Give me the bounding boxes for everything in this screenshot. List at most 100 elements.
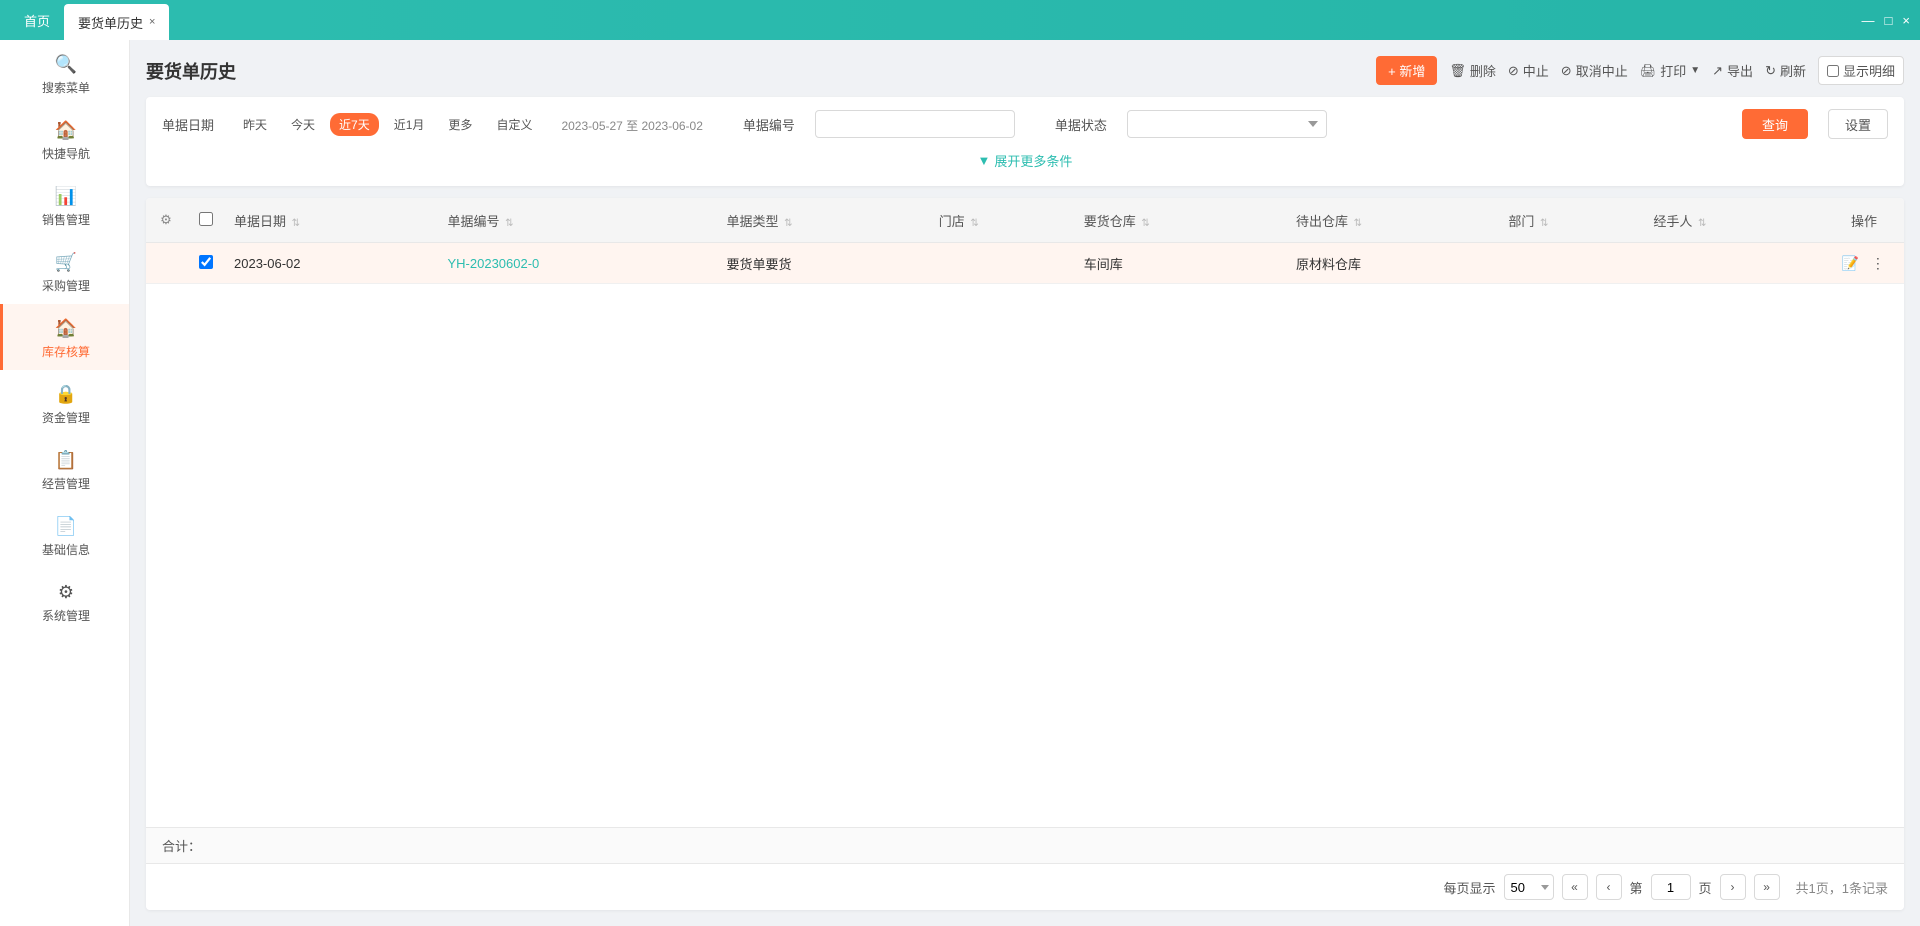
tab-requisition-label: 要货单历史 xyxy=(78,13,143,32)
cancel-stop-button[interactable]: ⊘ 取消中止 xyxy=(1561,61,1628,80)
doc-status-label: 单据状态 xyxy=(1055,115,1107,134)
select-all-checkbox[interactable] xyxy=(199,212,213,226)
row-edit-icon[interactable]: 📝 xyxy=(1838,251,1862,275)
query-button[interactable]: 查询 xyxy=(1742,109,1808,139)
row-doc-type-value: 要货单要货 xyxy=(726,257,791,272)
display-detail-button[interactable]: 显示明细 xyxy=(1818,56,1904,85)
filter-row-1: 单据日期 昨天 今天 近7天 近1月 更多 自定义 2023-05-27 至 2… xyxy=(162,109,1888,139)
col-ops: 操作 xyxy=(1824,198,1904,243)
print-button[interactable]: 🖨 打印 ▼ xyxy=(1640,61,1700,80)
export-button[interactable]: ↗ 导出 xyxy=(1712,61,1753,80)
delete-label: 删除 xyxy=(1470,61,1496,80)
next-page-button[interactable]: › xyxy=(1720,874,1746,900)
date-btn-last1month[interactable]: 近1月 xyxy=(385,113,434,136)
minimize-btn[interactable]: — xyxy=(1862,13,1875,28)
refresh-icon: ↻ xyxy=(1765,63,1776,79)
sidebar-label-purchase-mgmt: 采购管理 xyxy=(42,277,90,294)
page-size-label: 每页显示 xyxy=(1443,878,1495,897)
sidebar-item-basic-info[interactable]: 📄 基础信息 xyxy=(0,502,129,568)
tab-requisition-history[interactable]: 要货单历史 × xyxy=(64,4,169,40)
sidebar-item-purchase-mgmt[interactable]: 🛒 采购管理 xyxy=(0,238,129,304)
refresh-button[interactable]: ↻ 刷新 xyxy=(1765,61,1806,80)
doc-number-input[interactable] xyxy=(815,110,1015,138)
tab-close-icon[interactable]: × xyxy=(149,16,155,28)
col-handler-label: 经手人 xyxy=(1653,214,1692,229)
print-label: 打印 xyxy=(1660,61,1686,80)
doc-status-wrapper xyxy=(1127,110,1722,138)
col-doc-date-label: 单据日期 xyxy=(234,214,286,229)
home-icon: 🏠 xyxy=(55,120,77,141)
row-doc-number-link[interactable]: YH-20230602-0 xyxy=(448,256,540,271)
tab-home-label: 首页 xyxy=(24,11,50,30)
page-size-select[interactable]: 10 20 50 100 xyxy=(1504,874,1554,900)
row-doc-date-value: 2023-06-02 xyxy=(234,256,301,271)
row-more-icon[interactable]: ⋮ xyxy=(1866,251,1890,275)
sidebar-item-quick-nav[interactable]: 🏠 快捷导航 xyxy=(0,106,129,172)
sort-doc-number-icon[interactable]: ⇅ xyxy=(505,218,513,229)
delete-icon: 🗑 xyxy=(1449,63,1466,79)
date-btn-today[interactable]: 今天 xyxy=(282,113,324,136)
sort-doc-date-icon[interactable]: ⇅ xyxy=(292,218,300,229)
settings-button[interactable]: 设置 xyxy=(1828,109,1888,139)
stop-button[interactable]: ⊘ 中止 xyxy=(1508,61,1549,80)
first-page-button[interactable]: « xyxy=(1562,874,1588,900)
sidebar-item-system-mgmt[interactable]: ⚙ 系统管理 xyxy=(0,568,129,634)
search-icon: 🔍 xyxy=(55,54,77,75)
row-pending-warehouse: 原材料仓库 xyxy=(1288,243,1500,284)
date-btn-last7days[interactable]: 近7天 xyxy=(330,113,379,136)
display-detail-checkbox[interactable] xyxy=(1827,65,1839,77)
tab-home[interactable]: 首页 xyxy=(10,0,64,40)
sidebar-item-operations-mgmt[interactable]: 📋 经营管理 xyxy=(0,436,129,502)
sort-doc-type-icon[interactable]: ⇅ xyxy=(784,218,792,229)
sort-department-icon[interactable]: ⇅ xyxy=(1540,218,1548,229)
doc-status-select[interactable] xyxy=(1127,110,1327,138)
col-req-warehouse: 要货仓库 ⇅ xyxy=(1076,198,1288,243)
sidebar-item-inventory[interactable]: 🏠 库存核算 xyxy=(0,304,129,370)
filter-panel: 单据日期 昨天 今天 近7天 近1月 更多 自定义 2023-05-27 至 2… xyxy=(146,97,1904,186)
table-scroll[interactable]: ⚙ 单据日期 ⇅ 单据编号 ⇅ xyxy=(146,198,1904,827)
sidebar-label-quick-nav: 快捷导航 xyxy=(42,145,90,162)
table-container: ⚙ 单据日期 ⇅ 单据编号 ⇅ xyxy=(146,198,1904,910)
purchase-icon: 🛒 xyxy=(55,252,77,273)
date-range-display: 2023-05-27 至 2023-06-02 xyxy=(561,117,702,134)
table-settings-icon[interactable]: ⚙ xyxy=(154,208,178,232)
sidebar-label-operations-mgmt: 经营管理 xyxy=(42,475,90,492)
sort-pending-warehouse-icon[interactable]: ⇅ xyxy=(1354,218,1362,229)
row-checkbox[interactable] xyxy=(199,255,213,269)
data-table: ⚙ 单据日期 ⇅ 单据编号 ⇅ xyxy=(146,198,1904,284)
row-ops: 📝 ⋮ xyxy=(1824,243,1904,284)
date-filter-label: 单据日期 xyxy=(162,115,214,134)
col-doc-type-label: 单据类型 xyxy=(726,214,778,229)
new-button[interactable]: + 新增 xyxy=(1376,56,1437,85)
expand-more-button[interactable]: ▼ 展开更多条件 xyxy=(162,147,1888,174)
print-icon: 🖨 xyxy=(1640,63,1657,79)
row-check xyxy=(186,243,226,284)
basic-info-icon: 📄 xyxy=(55,516,77,537)
date-btn-more[interactable]: 更多 xyxy=(439,113,481,136)
table-row[interactable]: 2023-06-02 YH-20230602-0 要货单要货 xyxy=(146,243,1904,284)
sort-req-warehouse-icon[interactable]: ⇅ xyxy=(1141,218,1149,229)
table-header-row: ⚙ 单据日期 ⇅ 单据编号 ⇅ xyxy=(146,198,1904,243)
date-btn-custom[interactable]: 自定义 xyxy=(487,113,541,136)
sort-handler-icon[interactable]: ⇅ xyxy=(1698,218,1706,229)
page-input[interactable] xyxy=(1651,874,1691,900)
sidebar-item-finance-mgmt[interactable]: 🔒 资金管理 xyxy=(0,370,129,436)
row-settings xyxy=(146,243,186,284)
toolbar: + 新增 🗑 删除 ⊘ 中止 ⊘ 取消中止 🖨 打印 ▼ xyxy=(1376,56,1904,85)
maximize-btn[interactable]: □ xyxy=(1885,13,1893,28)
sidebar-item-sales-mgmt[interactable]: 📊 销售管理 xyxy=(0,172,129,238)
sort-store-icon[interactable]: ⇅ xyxy=(970,218,978,229)
stop-icon: ⊘ xyxy=(1508,63,1519,79)
inventory-icon: 🏠 xyxy=(55,318,77,339)
col-req-warehouse-label: 要货仓库 xyxy=(1084,214,1136,229)
doc-number-label: 单据编号 xyxy=(743,115,795,134)
page-label-after: 页 xyxy=(1699,878,1712,897)
close-btn[interactable]: × xyxy=(1902,13,1910,28)
page-header: 要货单历史 + 新增 🗑 删除 ⊘ 中止 ⊘ 取消中止 🖨 打印 xyxy=(146,56,1904,85)
last-page-button[interactable]: » xyxy=(1754,874,1780,900)
delete-button[interactable]: 🗑 删除 xyxy=(1449,61,1496,80)
expand-more-label: 展开更多条件 xyxy=(994,151,1072,170)
date-btn-yesterday[interactable]: 昨天 xyxy=(234,113,276,136)
sidebar-item-search-menu[interactable]: 🔍 搜索菜单 xyxy=(0,40,129,106)
prev-page-button[interactable]: ‹ xyxy=(1596,874,1622,900)
